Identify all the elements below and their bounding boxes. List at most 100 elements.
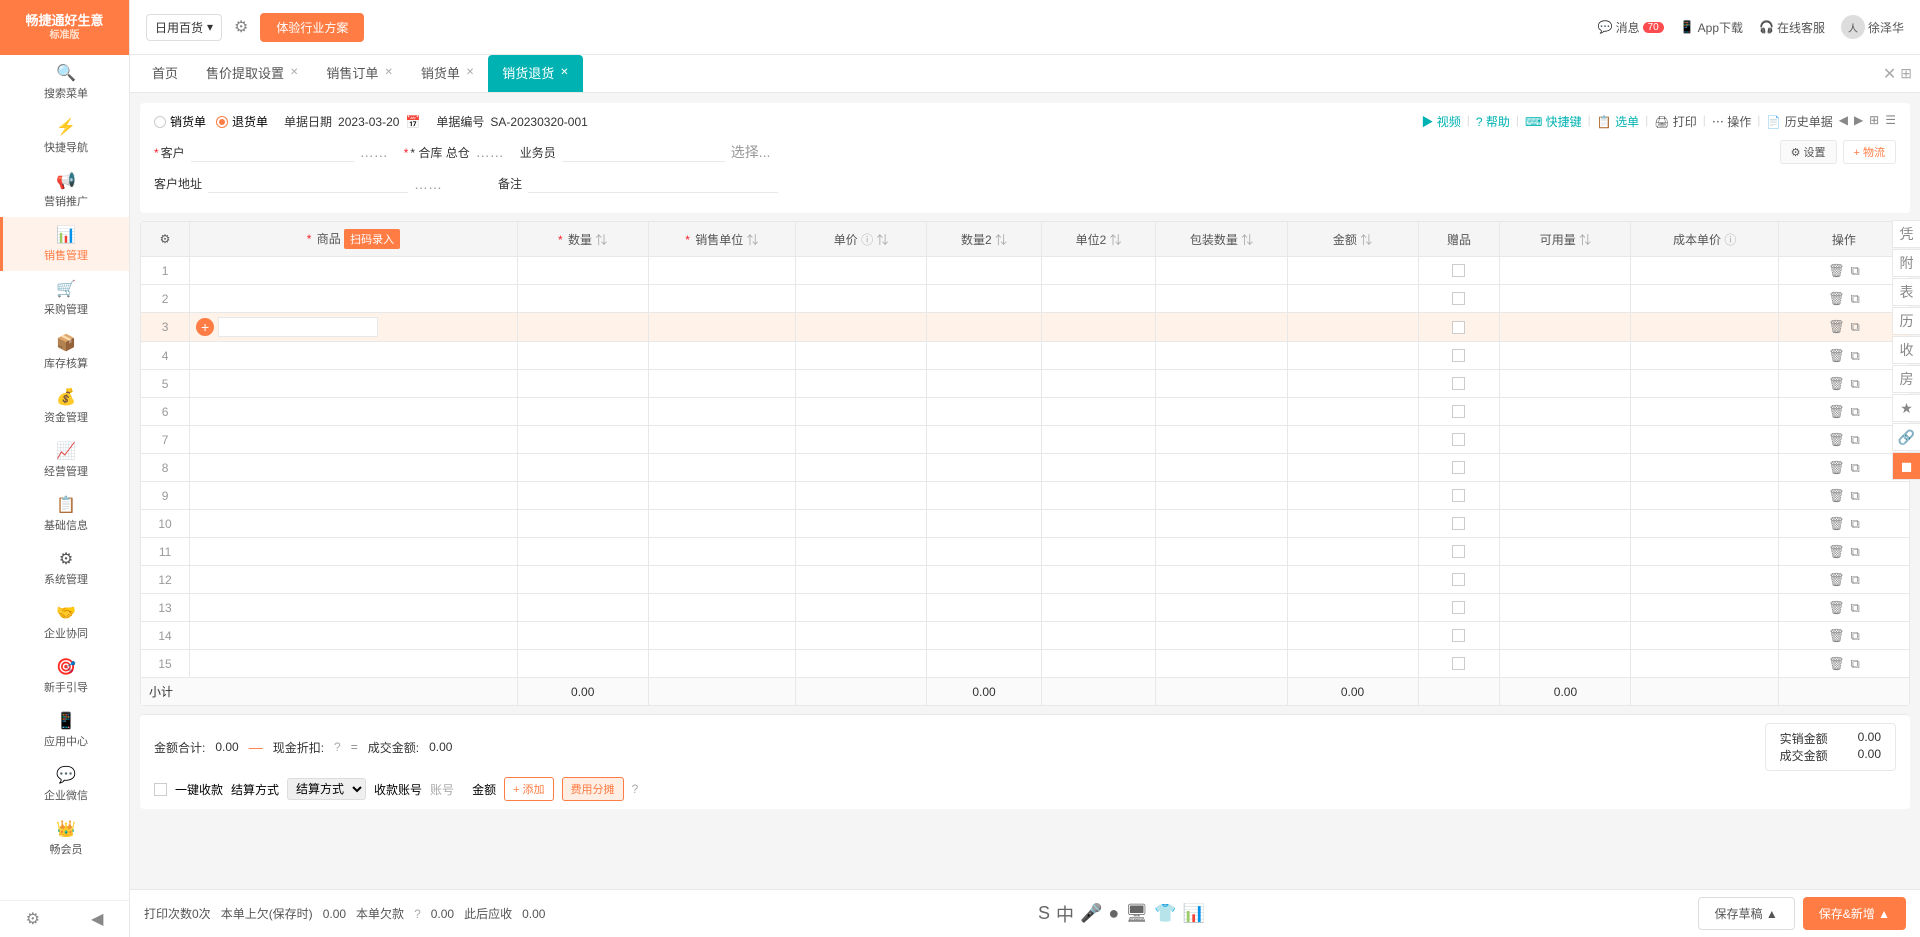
sidebar-item-wechat[interactable]: 💬 企业微信 (0, 757, 129, 811)
row-unit2-1[interactable] (1041, 257, 1156, 285)
customer-input[interactable] (191, 143, 354, 162)
row-unit-price-12[interactable] (796, 566, 927, 594)
cost-info-icon[interactable]: ⓘ (1724, 233, 1736, 247)
product-input-3[interactable] (218, 317, 378, 337)
row-qty2-11[interactable] (927, 538, 1042, 566)
row-available-14[interactable] (1500, 622, 1631, 650)
row-sales-unit-4[interactable] (648, 342, 795, 370)
calc-method-select[interactable]: 结算方式 (287, 778, 366, 800)
save-draft-btn[interactable]: 保存草稿 ▲ (1698, 897, 1795, 930)
add-row-btn-3[interactable]: + (196, 318, 214, 336)
row-product-1[interactable] (190, 257, 518, 285)
add-logistics-btn[interactable]: + 物流 (1843, 140, 1896, 164)
tab-sales-delivery[interactable]: 销货单 ✕ (407, 55, 488, 92)
delete-icon-15[interactable]: 🗑 (1828, 656, 1845, 672)
row-cost-price-8[interactable] (1631, 454, 1778, 482)
row-sales-unit-15[interactable] (648, 650, 795, 678)
row-product-7[interactable] (190, 426, 518, 454)
customer-dots-btn[interactable]: …… (360, 144, 388, 160)
delete-icon-2[interactable]: 🗑 (1828, 291, 1845, 307)
row-qty2-12[interactable] (927, 566, 1042, 594)
row-sales-unit-6[interactable] (648, 398, 795, 426)
row-unit-price-4[interactable] (796, 342, 927, 370)
row-qty-9[interactable] (517, 482, 648, 510)
row-product-5[interactable] (190, 370, 518, 398)
row-qty-11[interactable] (517, 538, 648, 566)
row-amount-14[interactable] (1287, 622, 1418, 650)
row-unit-price-6[interactable] (796, 398, 927, 426)
online-service-area[interactable]: 🎧 在线客服 (1759, 19, 1825, 36)
th-amount-sort[interactable]: ⇅ (1360, 233, 1372, 247)
row-sales-unit-14[interactable] (648, 622, 795, 650)
row-unit2-13[interactable] (1041, 594, 1156, 622)
row-available-5[interactable] (1500, 370, 1631, 398)
row-gift-7[interactable] (1418, 426, 1500, 454)
gift-checkbox-9[interactable] (1452, 489, 1465, 502)
right-action-6[interactable]: 房 (1892, 365, 1920, 393)
row-gift-10[interactable] (1418, 510, 1500, 538)
row-gift-4[interactable] (1418, 342, 1500, 370)
row-amount-15[interactable] (1287, 650, 1418, 678)
row-amount-13[interactable] (1287, 594, 1418, 622)
note-input[interactable] (528, 174, 778, 193)
row-available-7[interactable] (1500, 426, 1631, 454)
row-sales-unit-10[interactable] (648, 510, 795, 538)
delete-icon-11[interactable]: 🗑 (1828, 544, 1845, 560)
row-qty2-5[interactable] (927, 370, 1042, 398)
radio-return[interactable]: 退货单 (216, 113, 268, 130)
row-product-12[interactable] (190, 566, 518, 594)
account-dots-btn[interactable]: 账号 (430, 781, 454, 798)
row-gift-11[interactable] (1418, 538, 1500, 566)
row-qty2-6[interactable] (927, 398, 1042, 426)
row-amount-7[interactable] (1287, 426, 1418, 454)
copy-icon-8[interactable]: ⧉ (1851, 460, 1860, 476)
gift-checkbox-2[interactable] (1452, 292, 1465, 305)
gift-checkbox-5[interactable] (1452, 377, 1465, 390)
row-available-4[interactable] (1500, 342, 1631, 370)
row-qty2-7[interactable] (927, 426, 1042, 454)
row-pkg-qty-1[interactable] (1156, 257, 1287, 285)
help-btn[interactable]: ? 帮助 (1476, 113, 1510, 130)
copy-icon-12[interactable]: ⧉ (1851, 572, 1860, 588)
row-pkg-qty-7[interactable] (1156, 426, 1287, 454)
row-product-2[interactable] (190, 285, 518, 313)
gift-checkbox-7[interactable] (1452, 433, 1465, 446)
nav-prev-btn[interactable]: ◀ (1839, 113, 1848, 130)
row-unit2-8[interactable] (1041, 454, 1156, 482)
sidebar-item-sales[interactable]: 📊 销售管理 (0, 217, 129, 271)
row-unit-price-14[interactable] (796, 622, 927, 650)
grid-view-btn[interactable]: ⊞ (1869, 113, 1879, 130)
row-product-9[interactable] (190, 482, 518, 510)
sidebar-item-apps[interactable]: 📱 应用中心 (0, 703, 129, 757)
row-unit2-5[interactable] (1041, 370, 1156, 398)
row-sales-unit-5[interactable] (648, 370, 795, 398)
row-gift-2[interactable] (1418, 285, 1500, 313)
row-unit-price-1[interactable] (796, 257, 927, 285)
sidebar-collapse-btn[interactable]: ◀ (91, 909, 103, 929)
row-unit-price-3[interactable] (796, 313, 927, 342)
row-qty-4[interactable] (517, 342, 648, 370)
gift-checkbox-13[interactable] (1452, 601, 1465, 614)
scan-btn[interactable]: 扫码录入 (344, 229, 400, 249)
tab-resize-btn[interactable]: ⊞ (1900, 65, 1912, 82)
row-cost-price-10[interactable] (1631, 510, 1778, 538)
row-qty-6[interactable] (517, 398, 648, 426)
row-amount-11[interactable] (1287, 538, 1418, 566)
industry-dropdown[interactable]: 日用百货 ▾ (146, 14, 222, 41)
row-qty-15[interactable] (517, 650, 648, 678)
sidebar-item-enterprise[interactable]: 🤝 企业协同 (0, 595, 129, 649)
row-cost-price-7[interactable] (1631, 426, 1778, 454)
row-cost-price-11[interactable] (1631, 538, 1778, 566)
row-unit2-4[interactable] (1041, 342, 1156, 370)
copy-icon-14[interactable]: ⧉ (1851, 628, 1860, 644)
sidebar-item-operation[interactable]: 📈 经营管理 (0, 433, 129, 487)
sidebar-item-member[interactable]: 👑 畅会员 (0, 811, 129, 865)
sidebar-item-basic[interactable]: 📋 基础信息 (0, 487, 129, 541)
row-unit2-6[interactable] (1041, 398, 1156, 426)
row-cost-price-6[interactable] (1631, 398, 1778, 426)
row-sales-unit-7[interactable] (648, 426, 795, 454)
row-unit2-11[interactable] (1041, 538, 1156, 566)
address-dots-btn[interactable]: …… (414, 176, 442, 192)
row-pkg-qty-14[interactable] (1156, 622, 1287, 650)
gift-checkbox-1[interactable] (1452, 264, 1465, 277)
